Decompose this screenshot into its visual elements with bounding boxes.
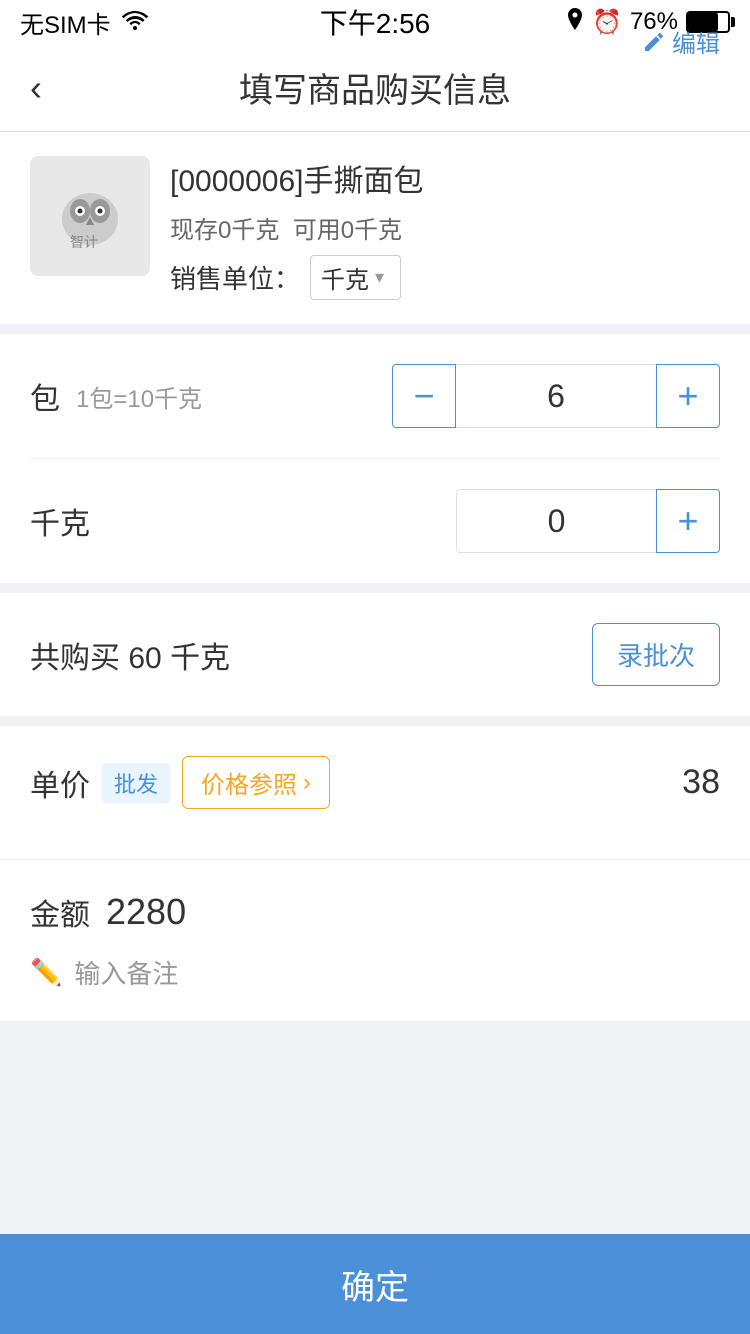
price-ref-label: 价格参照	[201, 765, 297, 800]
price-badge: 批发	[102, 763, 170, 803]
plus-button-kg[interactable]: +	[656, 489, 720, 553]
unit-value: 千克	[321, 260, 369, 295]
carrier-label: 无SIM卡	[20, 5, 111, 40]
price-section: 单价 批发 价格参照 › 38	[0, 726, 750, 860]
nav-bar: ‹ 填写商品购买信息	[0, 44, 750, 132]
product-stock: 现存0千克 可用0千克	[170, 210, 720, 245]
note-icon: ✏️	[30, 957, 62, 988]
price-label-group: 单价 批发 价格参照 ›	[30, 756, 330, 809]
quantity-row-kg: 千克 +	[30, 459, 720, 583]
amount-value: 2280	[106, 891, 186, 933]
svg-text:智计: 智计	[70, 234, 98, 250]
quantity-input-kg[interactable]	[456, 489, 656, 553]
product-section: 智计 [0000006]手撕面包 现存0千克 可用0千克 销售单位： 千克 ▾ …	[0, 132, 750, 334]
page-title: 填写商品购买信息	[239, 63, 511, 112]
summary-amount: 60	[128, 642, 161, 675]
summary-section: 共购买 60 千克 录批次	[0, 583, 750, 726]
wifi-icon	[121, 8, 149, 37]
quantity-label-kg: 千克	[30, 499, 90, 543]
amount-row: 金额 2280	[30, 890, 720, 934]
status-time: 下午2:56	[320, 2, 431, 42]
product-image: 智计	[30, 156, 150, 276]
price-label: 单价	[30, 761, 90, 805]
note-placeholder: 输入备注	[74, 954, 178, 991]
quantity-label-bao: 包 1包=10千克	[30, 374, 202, 418]
product-unit-row: 销售单位： 千克 ▾	[170, 255, 720, 300]
quantity-section: 包 1包=10千克 − + 千克 +	[0, 334, 750, 583]
minus-button-bao[interactable]: −	[392, 364, 456, 428]
batch-button[interactable]: 录批次	[592, 623, 720, 686]
product-name: [0000006]手撕面包	[170, 156, 720, 200]
back-button[interactable]: ‹	[20, 57, 52, 119]
price-row: 单价 批发 价格参照 › 38	[30, 756, 720, 809]
location-icon	[566, 8, 584, 37]
quantity-controls-bao: − +	[392, 364, 720, 428]
edit-button[interactable]: 编辑	[642, 24, 720, 59]
price-ref-arrow: ›	[303, 769, 311, 797]
unit-dropdown-arrow: ▾	[375, 267, 384, 288]
confirm-button[interactable]: 确定	[0, 1234, 750, 1334]
unit-select[interactable]: 千克 ▾	[310, 255, 401, 300]
product-info: [0000006]手撕面包 现存0千克 可用0千克 销售单位： 千克 ▾	[170, 156, 720, 300]
spacer	[0, 1021, 750, 1234]
price-ref-button[interactable]: 价格参照 ›	[182, 756, 330, 809]
plus-button-bao[interactable]: +	[656, 364, 720, 428]
edit-label: 编辑	[672, 24, 720, 59]
quantity-input-bao[interactable]	[456, 364, 656, 428]
quantity-controls-kg: +	[456, 489, 720, 553]
amount-label: 金额	[30, 890, 90, 934]
quantity-hint-bao: 1包=10千克	[76, 379, 202, 414]
quantity-row-bao: 包 1包=10千克 − +	[30, 334, 720, 459]
price-value: 38	[682, 763, 720, 802]
confirm-label: 确定	[341, 1260, 409, 1309]
summary-text: 共购买 60 千克	[30, 633, 230, 677]
amount-section: 金额 2280 ✏️ 输入备注	[0, 860, 750, 1021]
note-row[interactable]: ✏️ 输入备注	[30, 954, 720, 991]
status-bar: 无SIM卡 下午2:56 ⏰ 76%	[0, 0, 750, 44]
alarm-icon: ⏰	[592, 8, 622, 37]
